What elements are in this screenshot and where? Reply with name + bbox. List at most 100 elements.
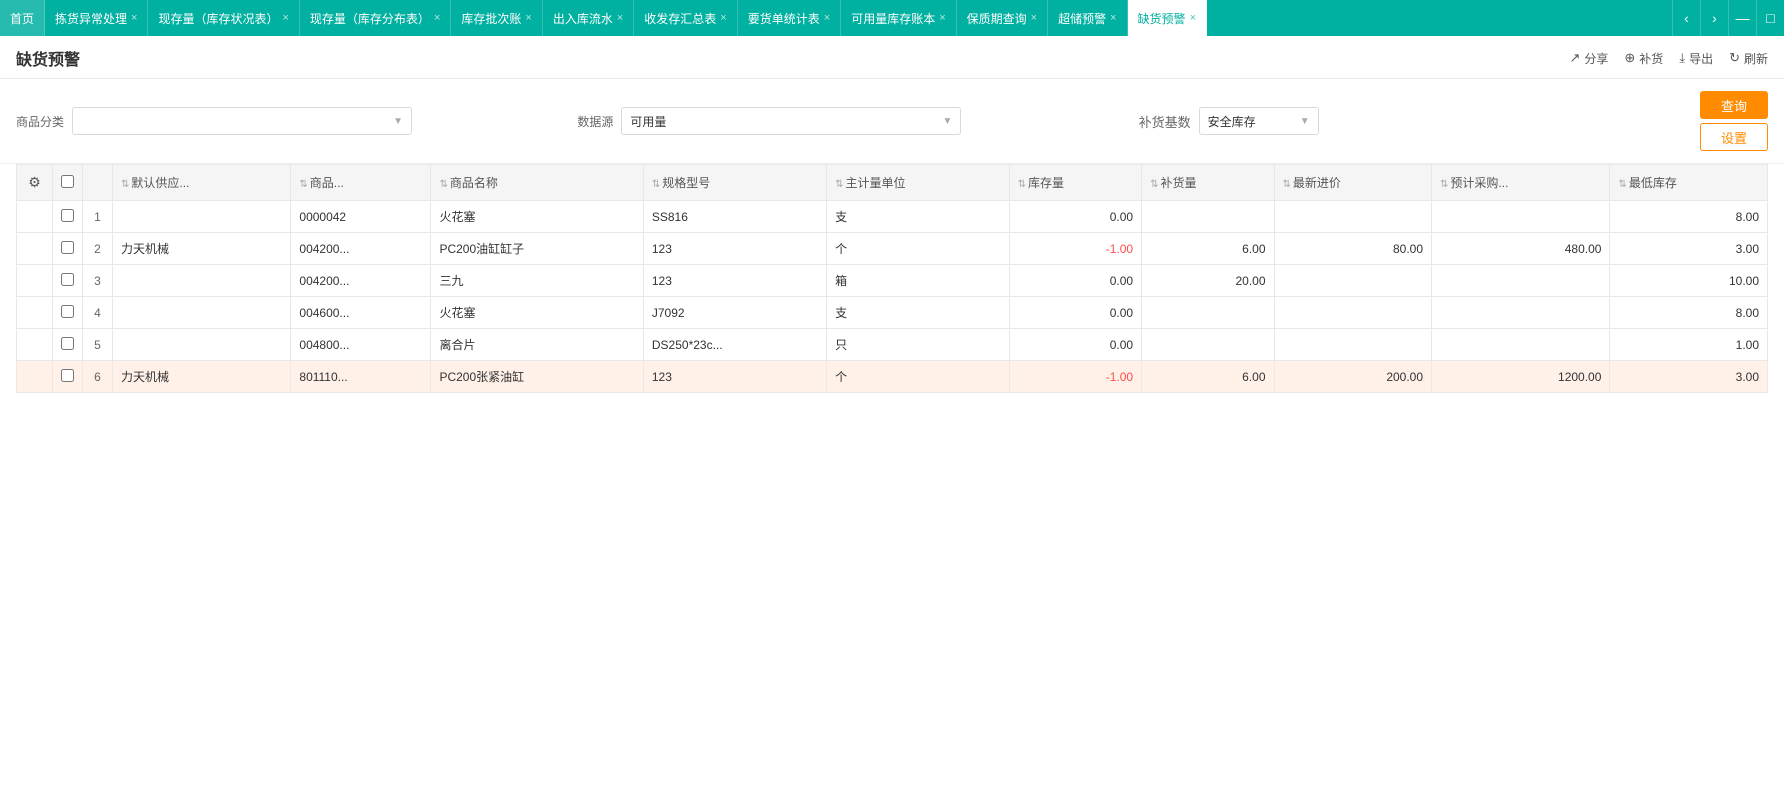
- column-gear: ⚙: [17, 165, 53, 201]
- nav-close-icon-5[interactable]: ×: [617, 12, 623, 24]
- row-checkbox-cell: [53, 265, 83, 297]
- row-min-stock: 3.00: [1610, 361, 1768, 393]
- replenish-label: 补货基数: [1139, 112, 1191, 131]
- row-latest-price: 80.00: [1274, 233, 1432, 265]
- nav-arrows: ‹ › ― □: [1672, 0, 1784, 36]
- sort-price-icon: ⇅: [1283, 179, 1291, 190]
- filter-action-buttons: 查询 设置: [1700, 91, 1768, 151]
- nav-item-1[interactable]: 拣货异常处理 ×: [45, 0, 148, 36]
- nav-close-icon-6[interactable]: ×: [720, 12, 726, 24]
- category-select[interactable]: ▼: [72, 107, 412, 135]
- column-spec[interactable]: ⇅规格型号: [643, 165, 826, 201]
- nav-bar: 首页拣货异常处理×现存量（库存状况表）×现存量（库存分布表）×库存批次账×出入库…: [0, 0, 1784, 36]
- share-button[interactable]: ↗ 分享: [1569, 50, 1608, 67]
- column-latest-price[interactable]: ⇅最新进价: [1274, 165, 1432, 201]
- nav-item-3[interactable]: 现存量（库存分布表）×: [300, 0, 451, 36]
- nav-item-6[interactable]: 收发存汇总表×: [634, 0, 737, 36]
- row-checkbox-cell: [53, 361, 83, 393]
- nav-close-icon-9[interactable]: ×: [1031, 12, 1037, 24]
- row-spec: J7092: [643, 297, 826, 329]
- table-header-row: ⚙ ⇅默认供应... ⇅商品... ⇅商品名称 ⇅规格型号 ⇅主计量单位 ⇅库存…: [17, 165, 1768, 201]
- table-row: 5004800...离合片DS250*23c...只0.001.00: [17, 329, 1768, 361]
- nav-close-icon-4[interactable]: ×: [525, 12, 531, 24]
- refresh-button[interactable]: ↻ 刷新: [1729, 50, 1768, 67]
- row-checkbox-0[interactable]: [61, 209, 74, 222]
- replenish-button[interactable]: ⊕ 补货: [1624, 50, 1663, 67]
- nav-item-8[interactable]: 可用量库存账本×: [841, 0, 956, 36]
- row-checkbox-4[interactable]: [61, 337, 74, 350]
- row-number: 5: [83, 329, 113, 361]
- column-supplier[interactable]: ⇅默认供应...: [113, 165, 291, 201]
- row-checkbox-3[interactable]: [61, 305, 74, 318]
- nav-item-label-4: 库存批次账: [461, 10, 521, 27]
- row-number: 3: [83, 265, 113, 297]
- row-est-purchase: 480.00: [1432, 233, 1610, 265]
- row-checkbox-5[interactable]: [61, 369, 74, 382]
- nav-close-icon-7[interactable]: ×: [824, 12, 830, 24]
- page-header: 缺货预警 ↗ 分享 ⊕ 补货 ⤓ 导出 ↻ 刷新: [0, 36, 1784, 79]
- column-product-name[interactable]: ⇅商品名称: [431, 165, 643, 201]
- nav-prev-button[interactable]: ‹: [1672, 0, 1700, 36]
- column-stock[interactable]: ⇅库存量: [1009, 165, 1141, 201]
- settings-button[interactable]: 设置: [1700, 123, 1768, 151]
- window-minimize-button[interactable]: ―: [1728, 0, 1756, 36]
- row-checkbox-1[interactable]: [61, 241, 74, 254]
- nav-close-icon-2[interactable]: ×: [282, 12, 288, 24]
- row-latest-price: [1274, 329, 1432, 361]
- sort-name-icon: ⇅: [439, 179, 447, 190]
- nav-item-4[interactable]: 库存批次账 ×: [451, 0, 542, 36]
- row-est-purchase: [1432, 297, 1610, 329]
- nav-item-11[interactable]: 缺货预警×: [1128, 0, 1207, 36]
- sort-replenish-icon: ⇅: [1150, 179, 1158, 190]
- nav-item-10[interactable]: 超储预警×: [1048, 0, 1127, 36]
- row-unit: 箱: [827, 265, 1010, 297]
- nav-item-label-9: 保质期查询: [967, 10, 1027, 27]
- export-button[interactable]: ⤓ 导出: [1679, 50, 1713, 67]
- nav-close-icon-10[interactable]: ×: [1110, 12, 1116, 24]
- category-filter-section: 商品分类 ▼: [16, 107, 557, 135]
- column-unit[interactable]: ⇅主计量单位: [827, 165, 1010, 201]
- nav-close-icon-3[interactable]: ×: [434, 12, 440, 24]
- nav-item-7[interactable]: 要货单统计表×: [738, 0, 841, 36]
- column-est-purchase[interactable]: ⇅预计采购...: [1432, 165, 1610, 201]
- sort-unit-icon: ⇅: [835, 179, 843, 190]
- row-number: 1: [83, 201, 113, 233]
- column-product-code[interactable]: ⇅商品...: [291, 165, 431, 201]
- row-checkbox-cell: [53, 233, 83, 265]
- nav-close-icon-8[interactable]: ×: [939, 12, 945, 24]
- row-product-name: 火花塞: [431, 297, 643, 329]
- row-spec: 123: [643, 233, 826, 265]
- nav-item-9[interactable]: 保质期查询 ×: [957, 0, 1048, 36]
- row-number: 4: [83, 297, 113, 329]
- query-button[interactable]: 查询: [1700, 91, 1768, 119]
- row-product-code: 0000042: [291, 201, 431, 233]
- nav-item-5[interactable]: 出入库流水×: [543, 0, 634, 36]
- nav-item-label-1: 拣货异常处理: [55, 10, 127, 27]
- nav-item-2[interactable]: 现存量（库存状况表）×: [148, 0, 299, 36]
- row-spec: DS250*23c...: [643, 329, 826, 361]
- row-supplier: [113, 201, 291, 233]
- nav-close-icon-1[interactable]: ×: [131, 12, 137, 24]
- replenish-dropdown-icon: ▼: [1300, 116, 1310, 127]
- table-row: 6力天机械801110...PC200张紧油缸123个-1.006.00200.…: [17, 361, 1768, 393]
- table-row: 10000042火花塞SS816支0.008.00: [17, 201, 1768, 233]
- column-min-stock[interactable]: ⇅最低库存: [1610, 165, 1768, 201]
- nav-close-icon-11[interactable]: ×: [1190, 12, 1196, 24]
- window-maximize-button[interactable]: □: [1756, 0, 1784, 36]
- select-all-checkbox[interactable]: [61, 175, 74, 188]
- column-replenish-qty[interactable]: ⇅补货量: [1142, 165, 1274, 201]
- row-unit: 支: [827, 297, 1010, 329]
- sort-spec-icon: ⇅: [652, 179, 660, 190]
- row-supplier: 力天机械: [113, 233, 291, 265]
- datasource-select[interactable]: 可用量 ▼: [621, 107, 961, 135]
- row-checkbox-2[interactable]: [61, 273, 74, 286]
- nav-next-button[interactable]: ›: [1700, 0, 1728, 36]
- replenish-select[interactable]: 安全库存 ▼: [1199, 107, 1319, 135]
- sort-min-icon: ⇅: [1618, 179, 1626, 190]
- row-gear-cell: [17, 361, 53, 393]
- gear-icon[interactable]: ⚙: [28, 174, 41, 191]
- row-min-stock: 10.00: [1610, 265, 1768, 297]
- row-unit: 支: [827, 201, 1010, 233]
- category-label: 商品分类: [16, 113, 64, 130]
- nav-item-0[interactable]: 首页: [0, 0, 45, 36]
